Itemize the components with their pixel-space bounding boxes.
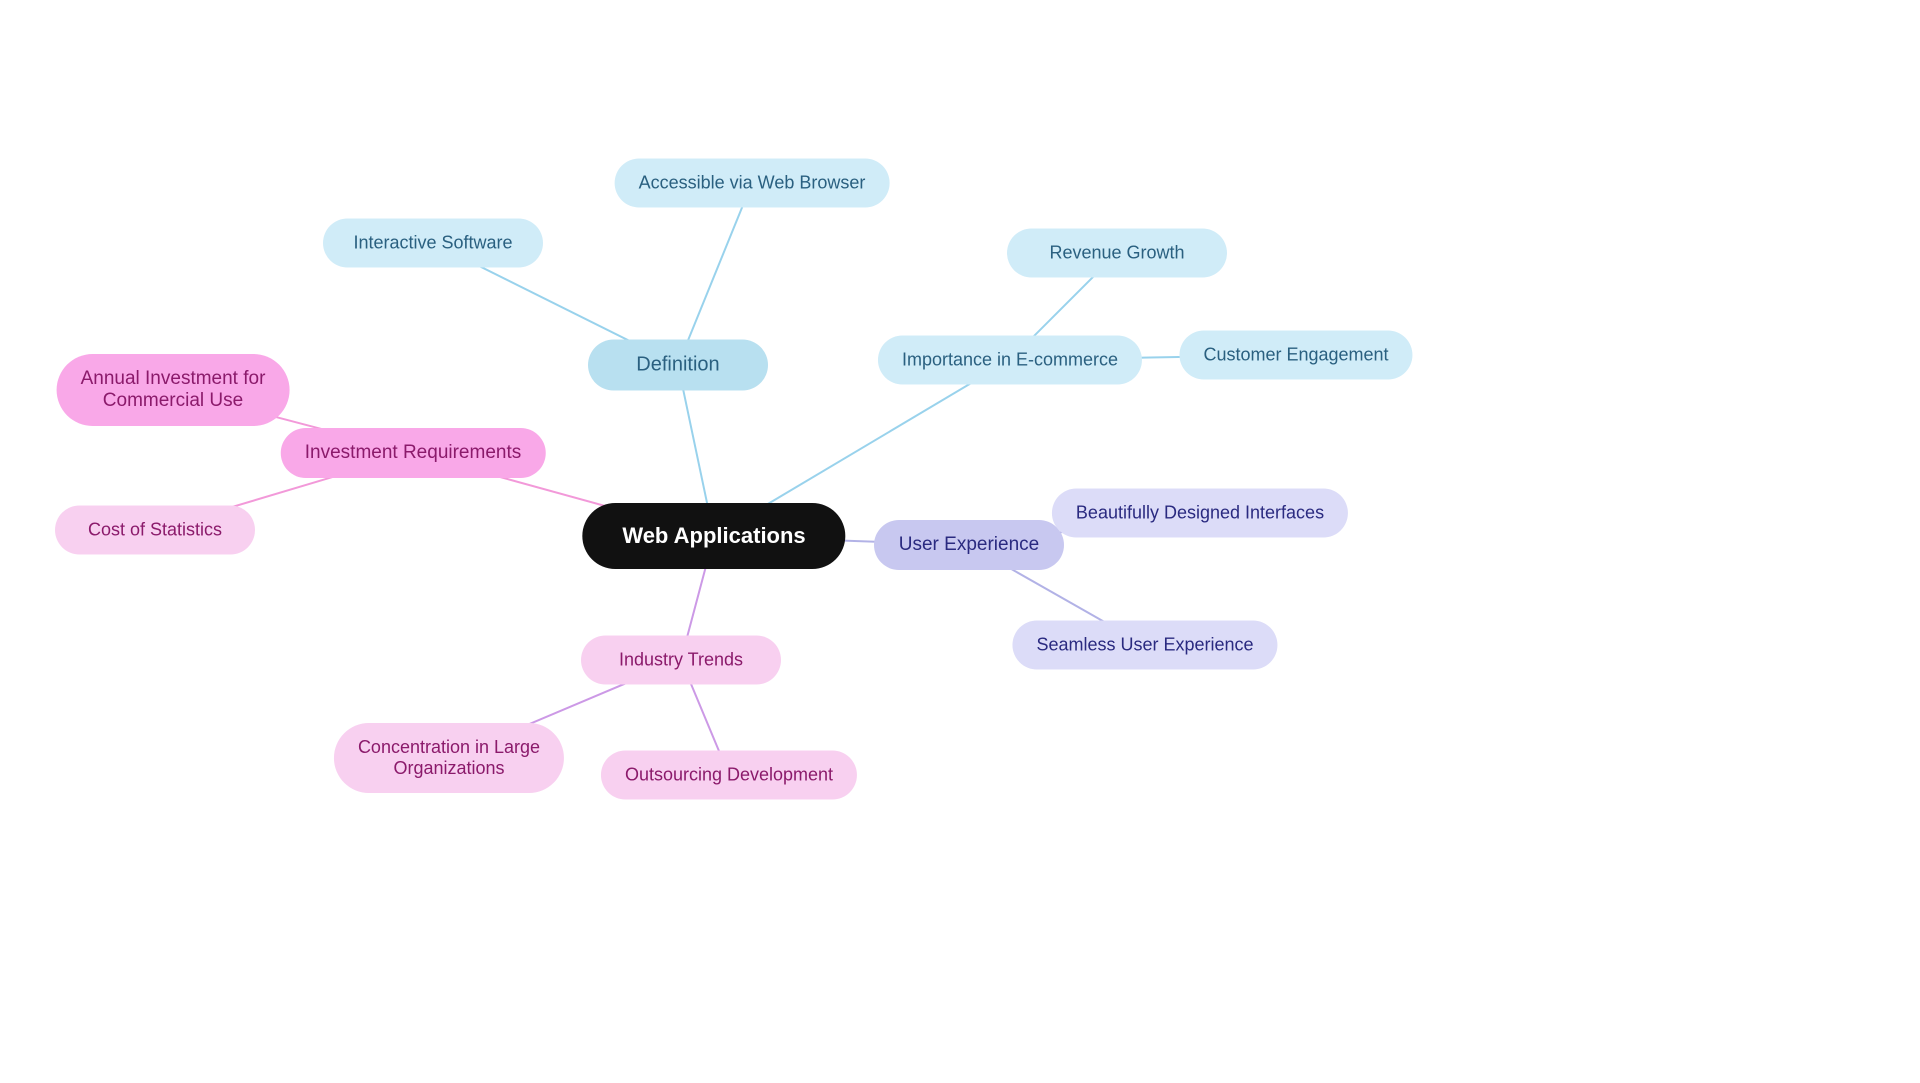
node-interactive[interactable]: Interactive Software	[323, 219, 543, 268]
node-revenue[interactable]: Revenue Growth	[1007, 229, 1227, 278]
mindmap-container: Web Applications Definition Accessible via…	[0, 0, 1920, 1083]
node-industry[interactable]: Industry Trends	[581, 636, 781, 685]
node-outsourcing[interactable]: Outsourcing Development	[601, 751, 857, 800]
node-importance[interactable]: Importance in E-commerce	[878, 336, 1142, 385]
node-customer[interactable]: Customer Engagement	[1179, 331, 1412, 380]
node-center[interactable]: Web Applications	[582, 503, 845, 569]
node-definition[interactable]: Definition	[588, 340, 768, 391]
node-accessible[interactable]: Accessible via Web Browser	[615, 159, 890, 208]
node-investment[interactable]: Investment Requirements	[281, 428, 546, 478]
node-cost[interactable]: Cost of Statistics	[55, 506, 255, 555]
node-beautifully[interactable]: Beautifully Designed Interfaces	[1052, 489, 1348, 538]
node-annual[interactable]: Annual Investment forCommercial Use	[57, 354, 290, 426]
node-seamless[interactable]: Seamless User Experience	[1012, 621, 1277, 670]
node-concentration[interactable]: Concentration in LargeOrganizations	[334, 723, 564, 793]
node-userexp[interactable]: User Experience	[874, 520, 1064, 570]
